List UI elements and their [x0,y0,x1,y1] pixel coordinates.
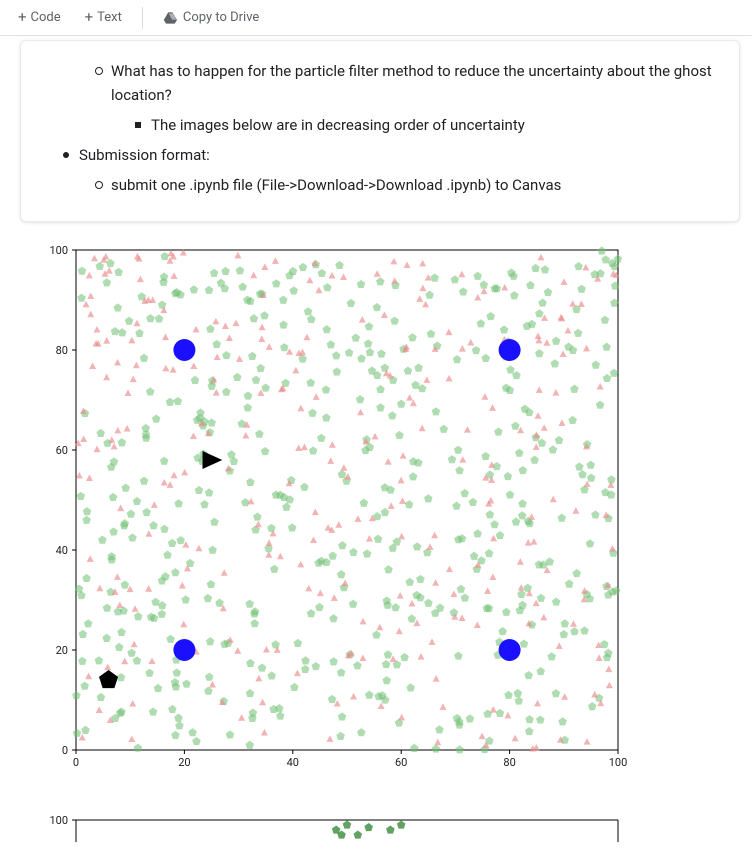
markdown-text: submit one .ipynb file (File->Download->… [111,176,561,194]
add-code-button[interactable]: + Code [8,6,71,29]
svg-text:0: 0 [62,744,68,757]
svg-text:40: 40 [287,756,299,769]
markdown-text: The images below are in decreasing order… [151,116,525,134]
markdown-text: What has to happen for the particle filt… [111,62,712,104]
svg-text:100: 100 [49,244,68,257]
svg-text:100: 100 [609,756,628,769]
cell-area: What has to happen for the particle filt… [0,40,752,858]
svg-text:20: 20 [178,756,190,769]
list-item: submit one .ipynb file (File->Download->… [89,173,719,197]
scatter-chart-2-preview: 100 [30,802,630,846]
list-item: The images below are in decreasing order… [129,113,719,137]
svg-text:0: 0 [73,756,79,769]
add-text-button[interactable]: + Text [75,6,132,29]
plus-icon: + [85,10,94,25]
chart-svg: 0 20 40 60 80 100 0 20 40 60 80 100 [30,240,630,780]
copy-to-drive-label: Copy to Drive [183,10,259,25]
svg-text:20: 20 [56,644,68,657]
svg-text:100: 100 [49,814,68,827]
svg-text:80: 80 [503,756,515,769]
add-text-label: Text [97,10,122,25]
copy-to-drive-button[interactable]: Copy to Drive [153,6,269,30]
svg-text:60: 60 [395,756,407,769]
plus-icon: + [18,10,27,25]
toolbar-separator [142,7,143,29]
markdown-text: Submission format: [79,146,210,164]
cell-output: 0 20 40 60 80 100 0 20 40 60 80 100 100 [30,240,740,846]
scatter-chart: 0 20 40 60 80 100 0 20 40 60 80 100 [30,240,630,784]
markdown-cell[interactable]: What has to happen for the particle filt… [20,40,740,222]
drive-icon [163,10,179,26]
svg-text:80: 80 [56,344,68,357]
notebook-toolbar: + Code + Text Copy to Drive [0,0,752,36]
list-item: Submission format: [57,143,719,167]
list-item: What has to happen for the particle filt… [89,59,719,107]
chart-svg-2: 100 [30,802,630,842]
markdown-list: What has to happen for the particle filt… [41,59,719,197]
add-code-label: Code [31,10,61,25]
svg-text:60: 60 [56,444,68,457]
svg-text:40: 40 [56,544,68,557]
